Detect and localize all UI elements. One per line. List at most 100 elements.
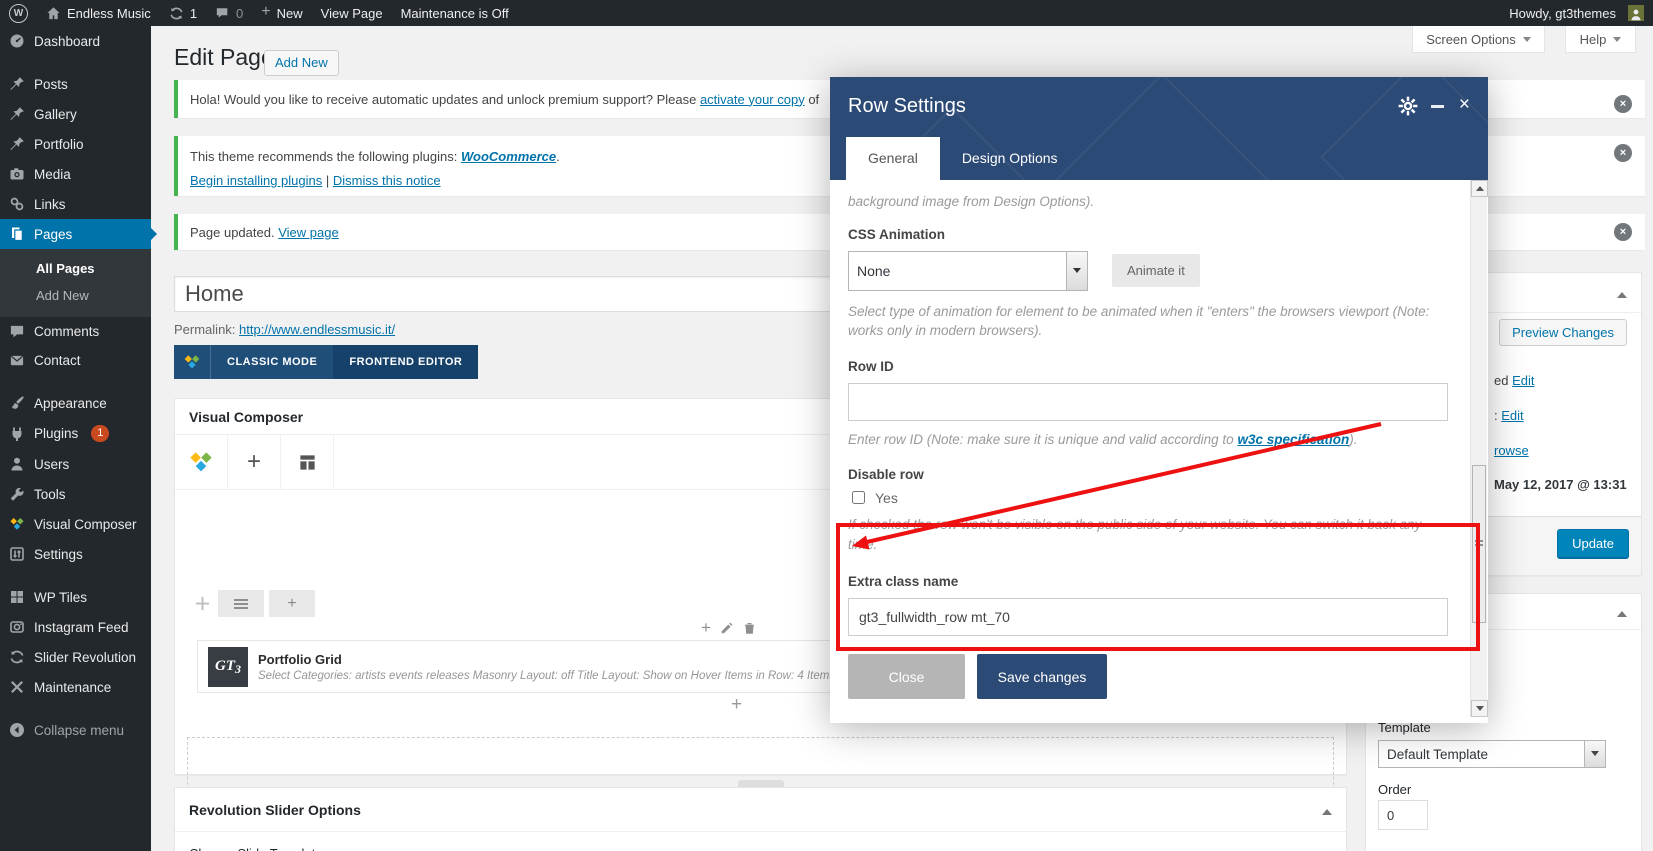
- update-count: 1: [189, 5, 198, 21]
- edit-status-link[interactable]: Edit: [1512, 373, 1534, 388]
- sidebar-item-posts[interactable]: Posts: [0, 69, 151, 99]
- vc-logo-button[interactable]: [175, 435, 228, 489]
- minimize-icon[interactable]: [1431, 105, 1444, 108]
- new-content-menu[interactable]: + New: [252, 0, 311, 26]
- notice-text: Hola! Would you like to receive automati…: [190, 91, 820, 107]
- sidebar-item-media[interactable]: Media: [0, 159, 151, 189]
- trash-icon[interactable]: [743, 621, 756, 635]
- site-name-link[interactable]: Endless Music: [37, 0, 160, 26]
- view-page-link[interactable]: View Page: [312, 0, 392, 26]
- activate-your-copy-link[interactable]: activate your copy: [700, 92, 805, 107]
- vc-templates-button[interactable]: [281, 435, 334, 489]
- grid-icon: [11, 591, 23, 603]
- visual-composer-logo-icon: [190, 452, 212, 472]
- account-menu[interactable]: Howdy, gt3themes: [1500, 5, 1653, 21]
- modal-scrollbar[interactable]: [1470, 180, 1488, 717]
- preview-changes-button[interactable]: Preview Changes: [1499, 319, 1627, 346]
- css-animation-label: CSS Animation: [848, 226, 946, 242]
- vc-row-layout-tab[interactable]: [218, 590, 264, 617]
- add-icon[interactable]: +: [701, 618, 711, 638]
- save-changes-button[interactable]: Save changes: [977, 654, 1107, 699]
- sidebar-item-links[interactable]: Links: [0, 189, 151, 219]
- comment-bubble-icon: [10, 325, 24, 338]
- vc-append-element-button[interactable]: +: [731, 694, 742, 716]
- sidebar-item-visual-composer[interactable]: Visual Composer: [0, 509, 151, 539]
- animate-it-button[interactable]: Animate it: [1112, 254, 1200, 288]
- scrollbar-thumb[interactable]: [1472, 465, 1486, 623]
- collapse-arrow-icon: [10, 723, 24, 737]
- sidebar-item-gallery[interactable]: Gallery: [0, 99, 151, 129]
- sidebar-item-plugins[interactable]: Plugins 1: [0, 418, 151, 449]
- submenu-all-pages[interactable]: All Pages: [0, 255, 151, 282]
- wrench-icon: [10, 487, 24, 501]
- published-on-date: May 12, 2017 @ 13:31: [1494, 477, 1627, 492]
- drag-handle-icon[interactable]: [195, 596, 210, 611]
- avatar: [1628, 5, 1644, 21]
- chevron-down-icon: [1066, 251, 1087, 290]
- w3c-specification-link[interactable]: w3c specification: [1237, 432, 1349, 447]
- order-input[interactable]: [1378, 800, 1428, 830]
- extra-class-input[interactable]: [848, 598, 1448, 637]
- collapse-panel-icon[interactable]: [1617, 606, 1627, 617]
- sidebar-item-label: Plugins: [34, 426, 79, 441]
- css-animation-select[interactable]: None: [848, 250, 1088, 291]
- classic-mode-button[interactable]: CLASSIC MODE: [210, 345, 334, 379]
- admin-menu: Dashboard Posts Gallery Portfolio Media …: [0, 26, 157, 851]
- permalink-link[interactable]: http://www.endlessmusic.it/: [239, 322, 395, 337]
- updates-link[interactable]: 1: [160, 0, 206, 26]
- sidebar-item-pages[interactable]: Pages: [0, 219, 157, 249]
- view-page-link[interactable]: View page: [278, 225, 338, 240]
- dismiss-notice-icon[interactable]: ×: [1614, 223, 1632, 241]
- close-icon[interactable]: ×: [1459, 94, 1470, 116]
- row-id-input[interactable]: [848, 382, 1448, 421]
- sidebar-item-users[interactable]: Users: [0, 449, 151, 479]
- begin-installing-plugins-link[interactable]: Begin installing plugins: [190, 173, 322, 188]
- gear-icon[interactable]: [1398, 96, 1418, 119]
- sidebar-item-portfolio[interactable]: Portfolio: [0, 129, 151, 159]
- vc-add-row-tab[interactable]: +: [269, 590, 315, 617]
- revolution-slider-options-metabox: Revolution Slider Options Choose Slide T…: [174, 787, 1347, 851]
- comments-link[interactable]: 0: [206, 0, 252, 26]
- sidebar-item-tools[interactable]: Tools: [0, 479, 151, 509]
- dismiss-this-notice-link[interactable]: Dismiss this notice: [333, 173, 441, 188]
- sidebar-item-instagram-feed[interactable]: Instagram Feed: [0, 612, 151, 642]
- collapse-panel-icon[interactable]: [1322, 804, 1332, 815]
- maintenance-status-link[interactable]: Maintenance is Off: [392, 0, 518, 26]
- add-new-button[interactable]: Add New: [264, 50, 339, 76]
- sidebar-item-label: Dashboard: [34, 33, 101, 49]
- sidebar-item-contact[interactable]: Contact: [0, 346, 151, 375]
- tab-general[interactable]: General: [846, 137, 940, 180]
- sidebar-item-dashboard[interactable]: Dashboard: [0, 26, 151, 56]
- sidebar-item-comments[interactable]: Comments: [0, 317, 151, 346]
- close-button[interactable]: Close: [848, 654, 965, 699]
- screen-options-tab[interactable]: Screen Options: [1412, 26, 1545, 53]
- scroll-up-button[interactable]: [1471, 180, 1488, 197]
- submenu-add-new[interactable]: Add New: [0, 282, 151, 309]
- sidebar-item-appearance[interactable]: Appearance: [0, 388, 151, 418]
- browse-revisions-link[interactable]: rowse: [1494, 443, 1529, 458]
- update-button[interactable]: Update: [1557, 529, 1629, 558]
- collapse-menu-button[interactable]: Collapse menu: [0, 715, 151, 745]
- wordpress-logo-menu[interactable]: W: [0, 0, 37, 26]
- vc-add-element-button[interactable]: +: [228, 435, 281, 489]
- disable-row-checkbox[interactable]: [852, 491, 865, 505]
- sidebar-item-wp-tiles[interactable]: WP Tiles: [0, 582, 151, 612]
- pencil-icon[interactable]: [720, 621, 734, 635]
- sidebar-item-slider-revolution[interactable]: Slider Revolution: [0, 642, 151, 672]
- frontend-editor-button[interactable]: FRONTEND EDITOR: [333, 345, 479, 379]
- help-tab[interactable]: Help: [1565, 26, 1636, 53]
- tab-design-options[interactable]: Design Options: [940, 137, 1080, 180]
- edit-visibility-link[interactable]: Edit: [1501, 408, 1523, 423]
- gt3-logo: GT 3: [208, 646, 248, 687]
- view-page-label: View Page: [320, 5, 383, 21]
- collapse-panel-icon[interactable]: [1617, 287, 1627, 298]
- pin-icon: [10, 77, 24, 90]
- template-select[interactable]: Default Template: [1378, 740, 1606, 768]
- sidebar-item-maintenance[interactable]: Maintenance: [0, 672, 151, 702]
- dismiss-notice-icon[interactable]: ×: [1614, 144, 1632, 162]
- sidebar-item-settings[interactable]: Settings: [0, 539, 151, 569]
- woocommerce-link[interactable]: WooCommerce: [461, 149, 556, 164]
- dismiss-notice-icon[interactable]: ×: [1614, 95, 1632, 113]
- rso-header[interactable]: Revolution Slider Options: [175, 788, 1346, 832]
- scroll-down-button[interactable]: [1471, 700, 1488, 717]
